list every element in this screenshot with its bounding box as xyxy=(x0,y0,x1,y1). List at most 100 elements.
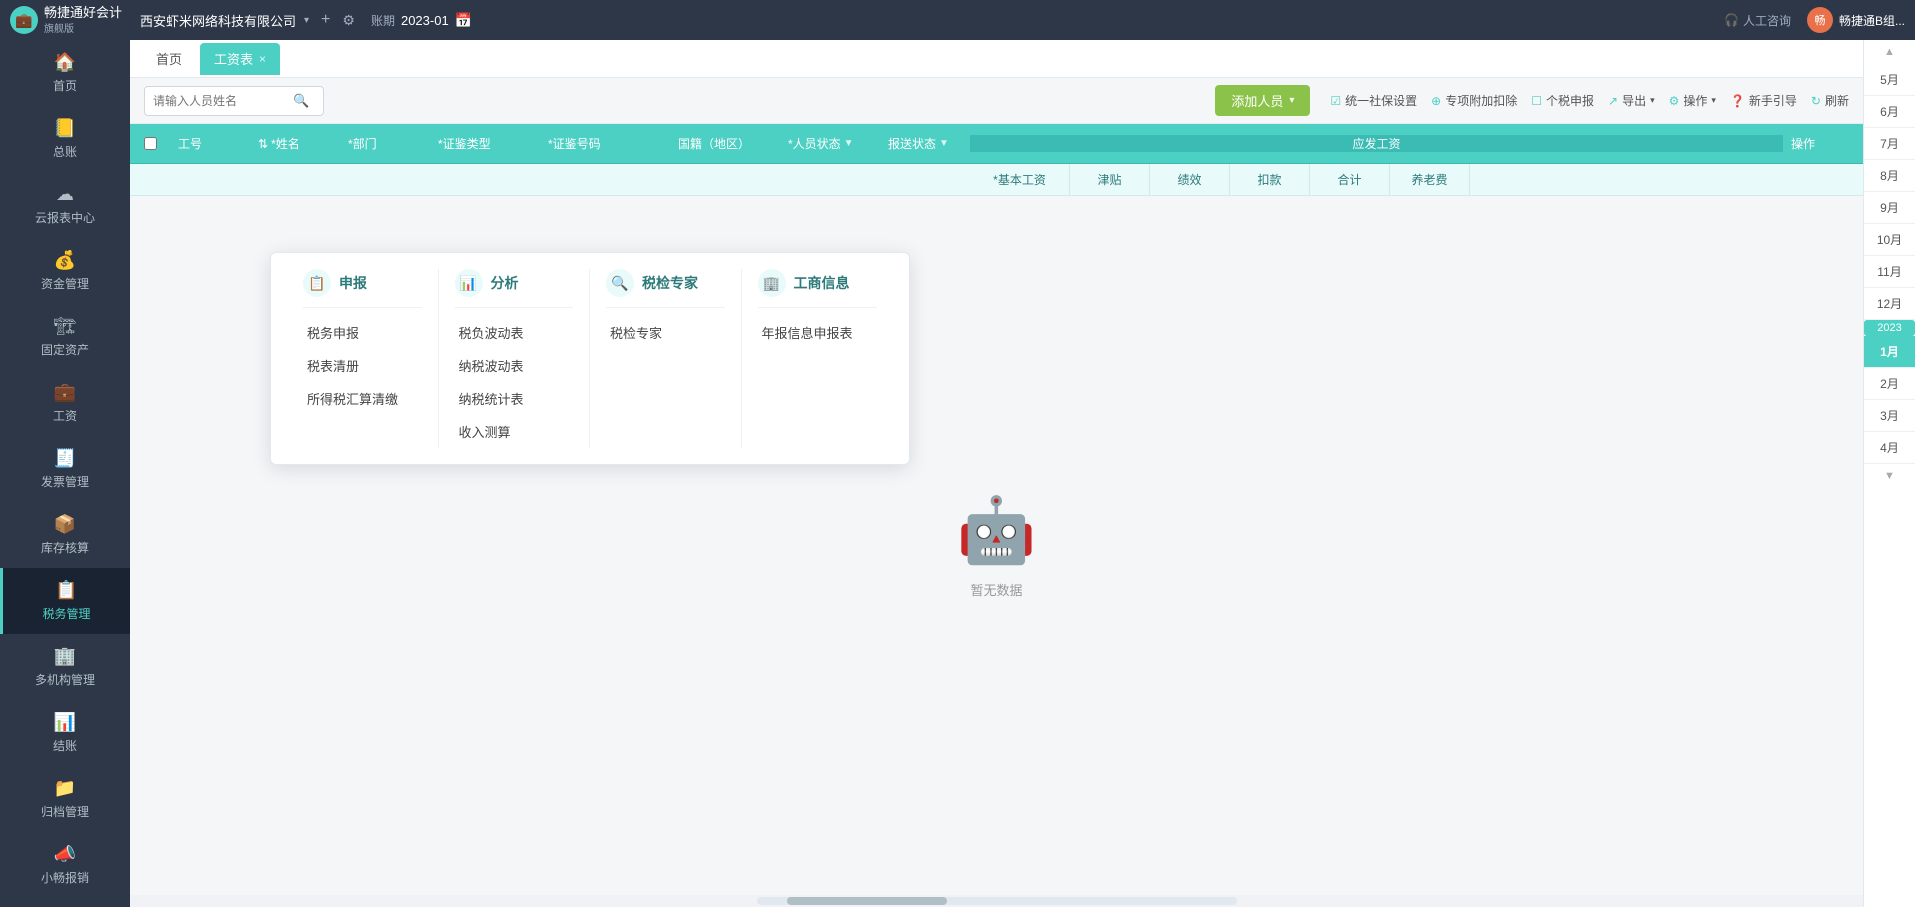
month-12[interactable]: 12月 xyxy=(1864,288,1915,320)
fenxi-title: 分析 xyxy=(491,273,519,293)
export-icon: ↗ xyxy=(1608,94,1618,108)
sidebar-item-settings[interactable]: ⚙ 基础设置 xyxy=(0,898,130,907)
sidebar-item-payroll[interactable]: 💼 工资 xyxy=(0,370,130,436)
sidebar-item-expense[interactable]: 📣 小畅报销 xyxy=(0,832,130,898)
dropdown-item-tax-settle[interactable]: 所得税汇算清缴 xyxy=(303,382,422,415)
bizinfo-title: 工商信息 xyxy=(794,273,850,293)
search-icon: 🔍 xyxy=(293,93,309,109)
sidebar-item-cloud[interactable]: ☁ 云报表中心 xyxy=(0,172,130,238)
th-nationality: 国籍（地区） xyxy=(670,135,780,152)
dropdown-menu: 📋 申报 税务申报 税表清册 所得税汇算清缴 📊 分析 税负波动表 xyxy=(270,252,910,465)
th-status[interactable]: *人员状态 ▼ xyxy=(780,135,880,152)
period-label: 账期 xyxy=(371,12,395,29)
refresh-button[interactable]: ↻ 刷新 xyxy=(1811,92,1849,109)
month-6[interactable]: 6月 xyxy=(1864,96,1915,128)
export-button[interactable]: ↗ 导出 ▾ xyxy=(1608,92,1655,109)
month-8[interactable]: 8月 xyxy=(1864,160,1915,192)
th-department: *部门 xyxy=(340,135,430,152)
year-nav-down[interactable]: ▼ xyxy=(1884,464,1895,488)
th-id-type: *证鉴类型 xyxy=(430,135,540,152)
sidebar-item-inventory[interactable]: 📦 库存核算 xyxy=(0,502,130,568)
sidebar-item-archive[interactable]: 📁 归档管理 xyxy=(0,766,130,832)
bottom-scrollbar[interactable] xyxy=(130,895,1863,907)
dropdown-item-taxcheck[interactable]: 税检专家 xyxy=(606,316,725,349)
calendar-icon[interactable]: 📅 xyxy=(455,12,472,29)
company-name: 西安虾米网络科技有限公司 xyxy=(140,11,296,30)
th-should-pay-group: 应发工资 xyxy=(970,135,1783,152)
table-header: 工号 ⇅ *姓名 *部门 *证鉴类型 *证鉴号码 国籍（地区） xyxy=(130,124,1863,164)
dropdown-item-tax-declare[interactable]: 税务申报 xyxy=(303,316,422,349)
dropdown-col-bizinfo: 🏢 工商信息 年报信息申报表 xyxy=(742,269,894,448)
scrollbar-thumb[interactable] xyxy=(787,897,947,905)
select-all-checkbox[interactable] xyxy=(144,137,157,150)
dropdown-col-shenb: 📋 申报 税务申报 税表清册 所得税汇算清缴 xyxy=(287,269,439,448)
tab-payslip[interactable]: 工资表 × xyxy=(200,43,280,75)
dropdown-col-header-taxcheck: 🔍 税检专家 xyxy=(606,269,725,308)
operations-button[interactable]: ⚙ 操作 ▾ xyxy=(1669,92,1716,109)
dropdown-item-tax-table[interactable]: 税表清册 xyxy=(303,349,422,382)
dropdown-item-income-calc[interactable]: 收入测算 xyxy=(455,415,574,448)
month-10[interactable]: 10月 xyxy=(1864,224,1915,256)
dropdown-col-header-shenb: 📋 申报 xyxy=(303,269,422,308)
month-1[interactable]: 1月 xyxy=(1864,336,1915,368)
dropdown-item-annual-report[interactable]: 年报信息申报表 xyxy=(758,316,878,349)
sidebar-item-funds[interactable]: 💰 资金管理 xyxy=(0,238,130,304)
add-people-dropdown-icon: ▾ xyxy=(1289,95,1294,106)
add-people-label: 添加人员 xyxy=(1231,91,1283,110)
month-7[interactable]: 7月 xyxy=(1864,128,1915,160)
month-4-curr[interactable]: 4月 xyxy=(1864,432,1915,464)
status-filter-icon[interactable]: ▼ xyxy=(844,138,854,149)
sidebar-item-multiorg[interactable]: 🏢 多机构管理 xyxy=(0,634,130,700)
user-avatar: 畅 xyxy=(1807,7,1833,33)
dropdown-item-tax-change[interactable]: 纳税波动表 xyxy=(455,349,574,382)
sub-performance: 绩效 xyxy=(1150,164,1230,195)
guide-label: 新手引导 xyxy=(1749,92,1797,109)
individual-tax-button[interactable]: ☐ 个税申报 xyxy=(1531,92,1594,109)
scrollbar-track[interactable] xyxy=(757,897,1237,905)
month-2[interactable]: 2月 xyxy=(1864,368,1915,400)
sub-base-salary: *基本工资 xyxy=(970,164,1070,195)
support-button[interactable]: 🎧 人工咨询 xyxy=(1724,12,1791,29)
right-calendar-sidebar: ▲ 5月 6月 7月 8月 9月 10月 11月 12月 2023 1月 2月 … xyxy=(1863,40,1915,907)
search-input-wrap[interactable]: 🔍 xyxy=(144,86,324,116)
header-checkbox-cell[interactable] xyxy=(130,137,170,150)
expense-icon: 📣 xyxy=(54,844,76,865)
social-insurance-button[interactable]: ☑ 统一社保设置 xyxy=(1330,92,1417,109)
month-3[interactable]: 3月 xyxy=(1864,400,1915,432)
add-company-button[interactable]: + xyxy=(317,11,334,29)
bizinfo-header-icon: 🏢 xyxy=(758,269,786,297)
dropdown-item-tax-burden[interactable]: 税负波动表 xyxy=(455,316,574,349)
closing-icon: 📊 xyxy=(54,712,76,733)
tab-close-icon[interactable]: × xyxy=(259,52,266,66)
special-deduction-button[interactable]: ⊕ 专项附加扣除 xyxy=(1431,92,1517,109)
th-report-status[interactable]: 报送状态 ▼ xyxy=(880,135,970,152)
export-dropdown-icon: ▾ xyxy=(1650,95,1655,106)
sidebar-item-closing[interactable]: 📊 结账 xyxy=(0,700,130,766)
logo-area: 💼 畅捷通好会计 旗舰版 xyxy=(10,5,130,36)
search-input[interactable] xyxy=(153,94,293,108)
month-5[interactable]: 5月 xyxy=(1864,64,1915,96)
dropdown-item-tax-stats[interactable]: 纳税统计表 xyxy=(455,382,574,415)
tab-home[interactable]: 首页 xyxy=(142,43,196,75)
settings-button[interactable]: ⚙ xyxy=(342,12,355,29)
sidebar-item-tax[interactable]: 📋 税务管理 xyxy=(0,568,130,634)
sidebar-item-assets[interactable]: 🏗 固定资产 xyxy=(0,304,130,370)
sidebar-item-invoice[interactable]: 🧾 发票管理 xyxy=(0,436,130,502)
year-nav-up[interactable]: ▲ xyxy=(1884,40,1895,64)
tab-payslip-label: 工资表 xyxy=(214,49,253,68)
special-deduction-label: 专项附加扣除 xyxy=(1445,92,1517,109)
support-label: 人工咨询 xyxy=(1743,12,1791,29)
month-9[interactable]: 9月 xyxy=(1864,192,1915,224)
multiorg-icon: 🏢 xyxy=(54,646,76,667)
sidebar-item-home[interactable]: 🏠 首页 xyxy=(0,40,130,106)
sidebar-item-ledger[interactable]: 📒 总账 xyxy=(0,106,130,172)
user-area[interactable]: 畅 畅捷通B组... xyxy=(1807,7,1905,33)
month-11[interactable]: 11月 xyxy=(1864,256,1915,288)
tab-home-label: 首页 xyxy=(156,49,182,68)
report-filter-icon[interactable]: ▼ xyxy=(939,138,949,149)
th-name[interactable]: ⇅ *姓名 xyxy=(250,135,340,152)
company-dropdown-icon[interactable]: ▾ xyxy=(304,15,309,26)
company-area[interactable]: 西安虾米网络科技有限公司 ▾ + ⚙ xyxy=(140,11,355,30)
add-people-button[interactable]: 添加人员 ▾ xyxy=(1215,85,1310,116)
guide-button[interactable]: ❓ 新手引导 xyxy=(1730,92,1797,109)
